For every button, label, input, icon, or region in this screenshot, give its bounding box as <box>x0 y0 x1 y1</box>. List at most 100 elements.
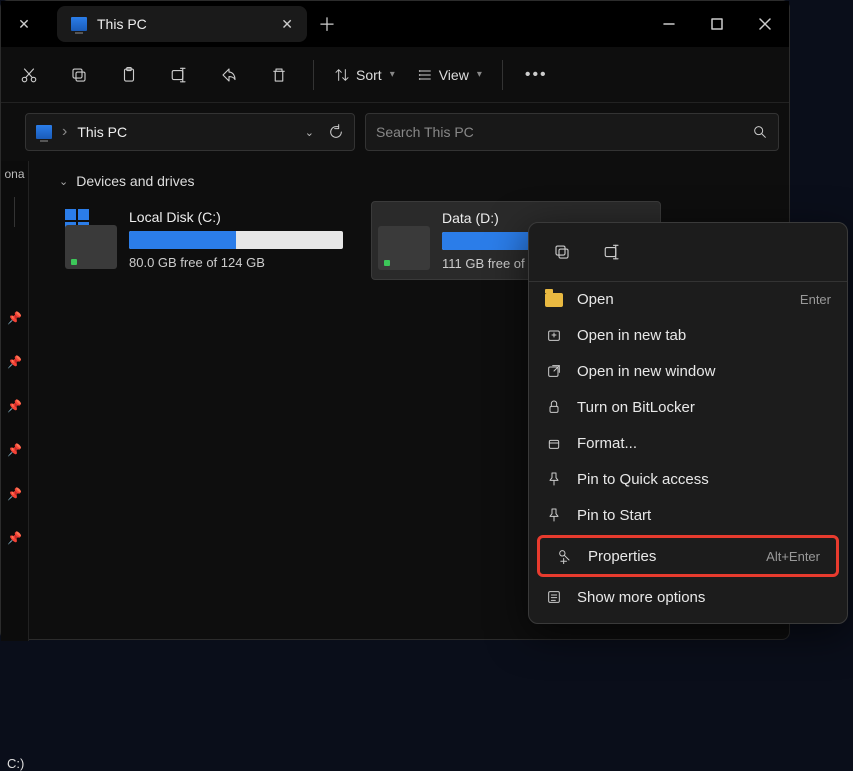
pin-icon[interactable]: 📌 <box>7 399 22 413</box>
close-button[interactable] <box>741 1 789 47</box>
view-label: View <box>439 67 469 83</box>
share-icon <box>220 66 238 84</box>
rename-button[interactable] <box>155 55 203 95</box>
paste-button[interactable] <box>105 55 153 95</box>
search-icon <box>752 124 768 140</box>
context-menu: Open Enter Open in new tab Open in new wind… <box>528 222 848 624</box>
pin-icon[interactable]: 📌 <box>7 355 22 369</box>
chevron-down-icon: ▾ <box>477 69 482 80</box>
rename-icon <box>170 66 188 84</box>
address-bar[interactable]: › This PC ⌄ <box>25 113 355 151</box>
new-tab-button[interactable]: ＋ <box>307 1 347 47</box>
context-menu-item[interactable]: Open in new tab <box>529 317 847 353</box>
context-menu-item[interactable]: Format... <box>529 425 847 461</box>
chevron-down-icon[interactable]: ⌄ <box>305 126 314 139</box>
maximize-button[interactable] <box>693 1 741 47</box>
folder-icon <box>545 293 563 307</box>
context-menu-item[interactable]: Open in new window <box>529 353 847 389</box>
computer-icon <box>36 125 52 139</box>
context-menu-label: Open in new tab <box>577 327 686 344</box>
more-icon <box>545 588 563 606</box>
more-button[interactable]: ••• <box>513 66 560 84</box>
nav-gutter: ona 📌 📌 📌 📌 📌 📌 <box>1 161 29 641</box>
drive-free-text: 80.0 GB free of 124 GB <box>129 255 343 270</box>
context-menu-label: Open <box>577 291 614 308</box>
context-menu-label: Show more options <box>577 589 705 606</box>
trash-icon <box>270 66 288 84</box>
storage-bar <box>129 231 343 249</box>
new-window-icon <box>545 362 563 380</box>
context-menu-label: Open in new window <box>577 363 715 380</box>
pin-icon <box>545 506 563 524</box>
context-menu-label: Format... <box>577 435 637 452</box>
context-menu-item[interactable]: Open Enter <box>529 282 847 317</box>
drive-name: Local Disk (C:) <box>129 209 343 225</box>
cut-icon <box>20 66 38 84</box>
pin-icon[interactable]: 📌 <box>7 311 22 325</box>
view-button[interactable]: View ▾ <box>407 55 492 95</box>
cut-button[interactable] <box>5 55 53 95</box>
drive-icon <box>378 226 430 270</box>
drive-item[interactable]: Local Disk (C:) 80.0 GB free of 124 GB <box>59 201 349 280</box>
pin-icon[interactable]: 📌 <box>7 443 22 457</box>
search-input[interactable]: Search This PC <box>365 113 779 151</box>
context-menu-label: Turn on BitLocker <box>577 399 695 416</box>
context-menu-item[interactable]: Pin to Quick access <box>529 461 847 497</box>
format-icon <box>545 434 563 452</box>
close-icon: ✕ <box>18 16 30 33</box>
minimize-button[interactable] <box>645 1 693 47</box>
shortcut-label: Enter <box>800 292 831 307</box>
close-icon <box>759 18 771 30</box>
tab-title: This PC <box>97 16 147 32</box>
copy-button[interactable] <box>545 235 579 269</box>
view-icon <box>417 67 433 83</box>
group-header[interactable]: ⌄ Devices and drives <box>59 173 775 189</box>
chevron-down-icon: ⌄ <box>59 175 68 188</box>
sidebar-fragment-label: C:) <box>7 756 24 771</box>
pin-icon[interactable]: 📌 <box>7 487 22 501</box>
search-placeholder: Search This PC <box>376 124 474 140</box>
paste-icon <box>120 66 138 84</box>
pin-icon <box>545 470 563 488</box>
group-title: Devices and drives <box>76 173 194 189</box>
share-button[interactable] <box>205 55 253 95</box>
rename-button[interactable] <box>595 235 629 269</box>
maximize-icon <box>711 18 723 30</box>
context-menu-label: Pin to Quick access <box>577 471 709 488</box>
refresh-button[interactable] <box>328 124 344 140</box>
sort-icon <box>334 67 350 83</box>
context-menu-item[interactable]: Properties Alt+Enter <box>550 542 826 570</box>
context-menu-quickactions <box>529 223 847 282</box>
breadcrumb-text: This PC <box>77 124 127 140</box>
rename-icon <box>603 243 621 261</box>
computer-icon <box>71 17 87 31</box>
properties-icon <box>556 547 574 565</box>
context-menu-label: Pin to Start <box>577 507 651 524</box>
delete-button[interactable] <box>255 55 303 95</box>
context-menu-item[interactable]: Pin to Start <box>529 497 847 533</box>
new-tab-icon <box>545 326 563 344</box>
breadcrumb-sep: › <box>62 123 67 141</box>
context-menu-item[interactable]: Turn on BitLocker <box>529 389 847 425</box>
context-menu-label: Properties <box>588 548 656 565</box>
copy-button[interactable] <box>55 55 103 95</box>
context-menu-item[interactable]: Show more options <box>529 579 847 615</box>
toolbar: Sort ▾ View ▾ ••• <box>1 47 789 103</box>
tab-this-pc[interactable]: This PC ✕ <box>57 6 307 42</box>
chevron-down-icon: ▾ <box>390 69 395 80</box>
gutter-top-label: ona <box>4 167 24 181</box>
sort-label: Sort <box>356 67 382 83</box>
drive-icon <box>65 225 117 269</box>
bitlocker-icon <box>545 398 563 416</box>
highlighted-item: Properties Alt+Enter <box>537 535 839 577</box>
minimize-icon <box>663 18 675 30</box>
previous-tab-close[interactable]: ✕ <box>1 1 47 47</box>
sort-button[interactable]: Sort ▾ <box>324 55 405 95</box>
pin-icon[interactable]: 📌 <box>7 531 22 545</box>
titlebar: ✕ This PC ✕ ＋ <box>1 1 789 47</box>
address-row: › This PC ⌄ Search This PC <box>1 103 789 161</box>
shortcut-label: Alt+Enter <box>766 549 820 564</box>
copy-icon <box>70 66 88 84</box>
tab-close-icon[interactable]: ✕ <box>281 16 293 33</box>
copy-icon <box>553 243 571 261</box>
